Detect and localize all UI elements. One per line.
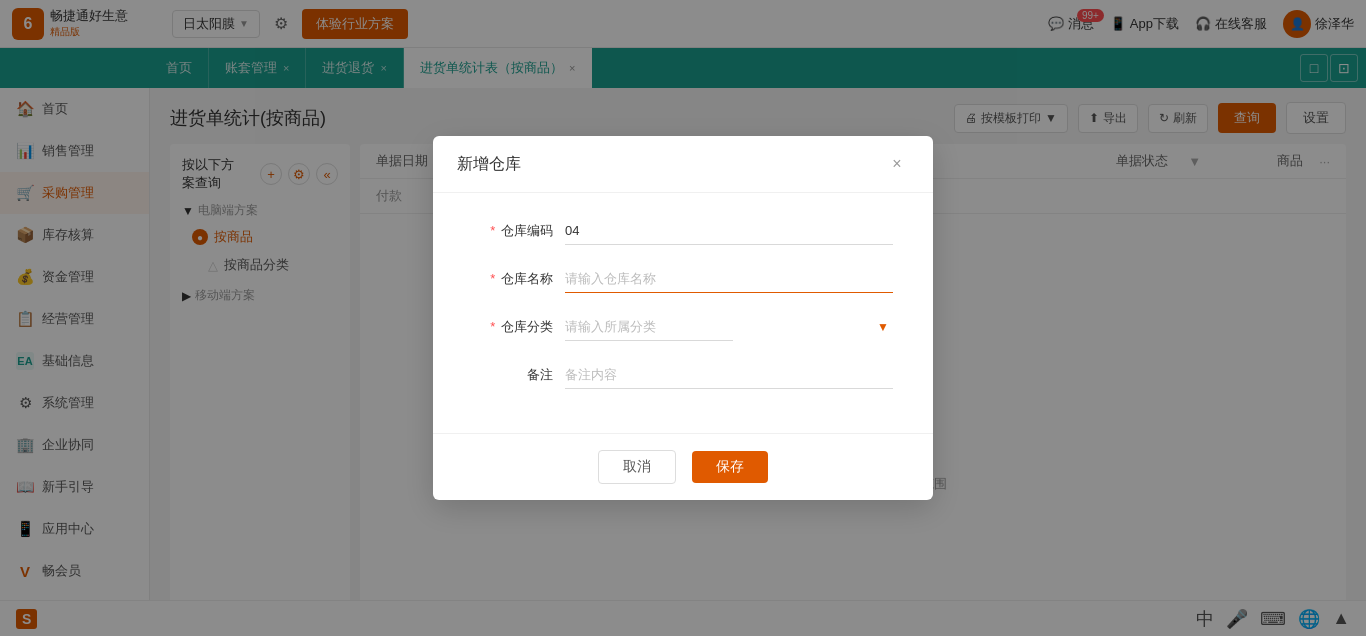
remark-label-text: 备注: [527, 367, 553, 382]
name-label: * 仓库名称: [473, 270, 553, 288]
code-label: * 仓库编码: [473, 222, 553, 240]
modal-overlay: 新增仓库 × * 仓库编码 * 仓库名称: [0, 0, 1366, 636]
name-required-mark: *: [490, 271, 495, 286]
dialog-close-button[interactable]: ×: [885, 152, 909, 176]
form-row-category: * 仓库分类 ▼: [473, 313, 893, 341]
dialog-header: 新增仓库 ×: [433, 136, 933, 193]
code-label-text: 仓库编码: [501, 223, 553, 238]
dialog-title: 新增仓库: [457, 154, 521, 175]
category-label: * 仓库分类: [473, 318, 553, 336]
dialog-body: * 仓库编码 * 仓库名称 * 仓库分类: [433, 193, 933, 433]
code-input[interactable]: [565, 217, 893, 245]
category-label-text: 仓库分类: [501, 319, 553, 334]
name-label-text: 仓库名称: [501, 271, 553, 286]
category-required-mark: *: [490, 319, 495, 334]
dialog-footer: 取消 保存: [433, 433, 933, 500]
remark-label: 备注: [473, 366, 553, 384]
add-warehouse-dialog: 新增仓库 × * 仓库编码 * 仓库名称: [433, 136, 933, 500]
name-input[interactable]: [565, 265, 893, 293]
cancel-button[interactable]: 取消: [598, 450, 676, 484]
code-required-mark: *: [490, 223, 495, 238]
remark-input[interactable]: [565, 361, 893, 389]
category-dropdown-icon: ▼: [877, 320, 889, 334]
form-row-remark: 备注: [473, 361, 893, 389]
form-row-name: * 仓库名称: [473, 265, 893, 293]
save-button[interactable]: 保存: [692, 451, 768, 483]
category-input[interactable]: [565, 313, 733, 341]
form-row-code: * 仓库编码: [473, 217, 893, 245]
category-select-wrapper: ▼: [565, 313, 893, 341]
